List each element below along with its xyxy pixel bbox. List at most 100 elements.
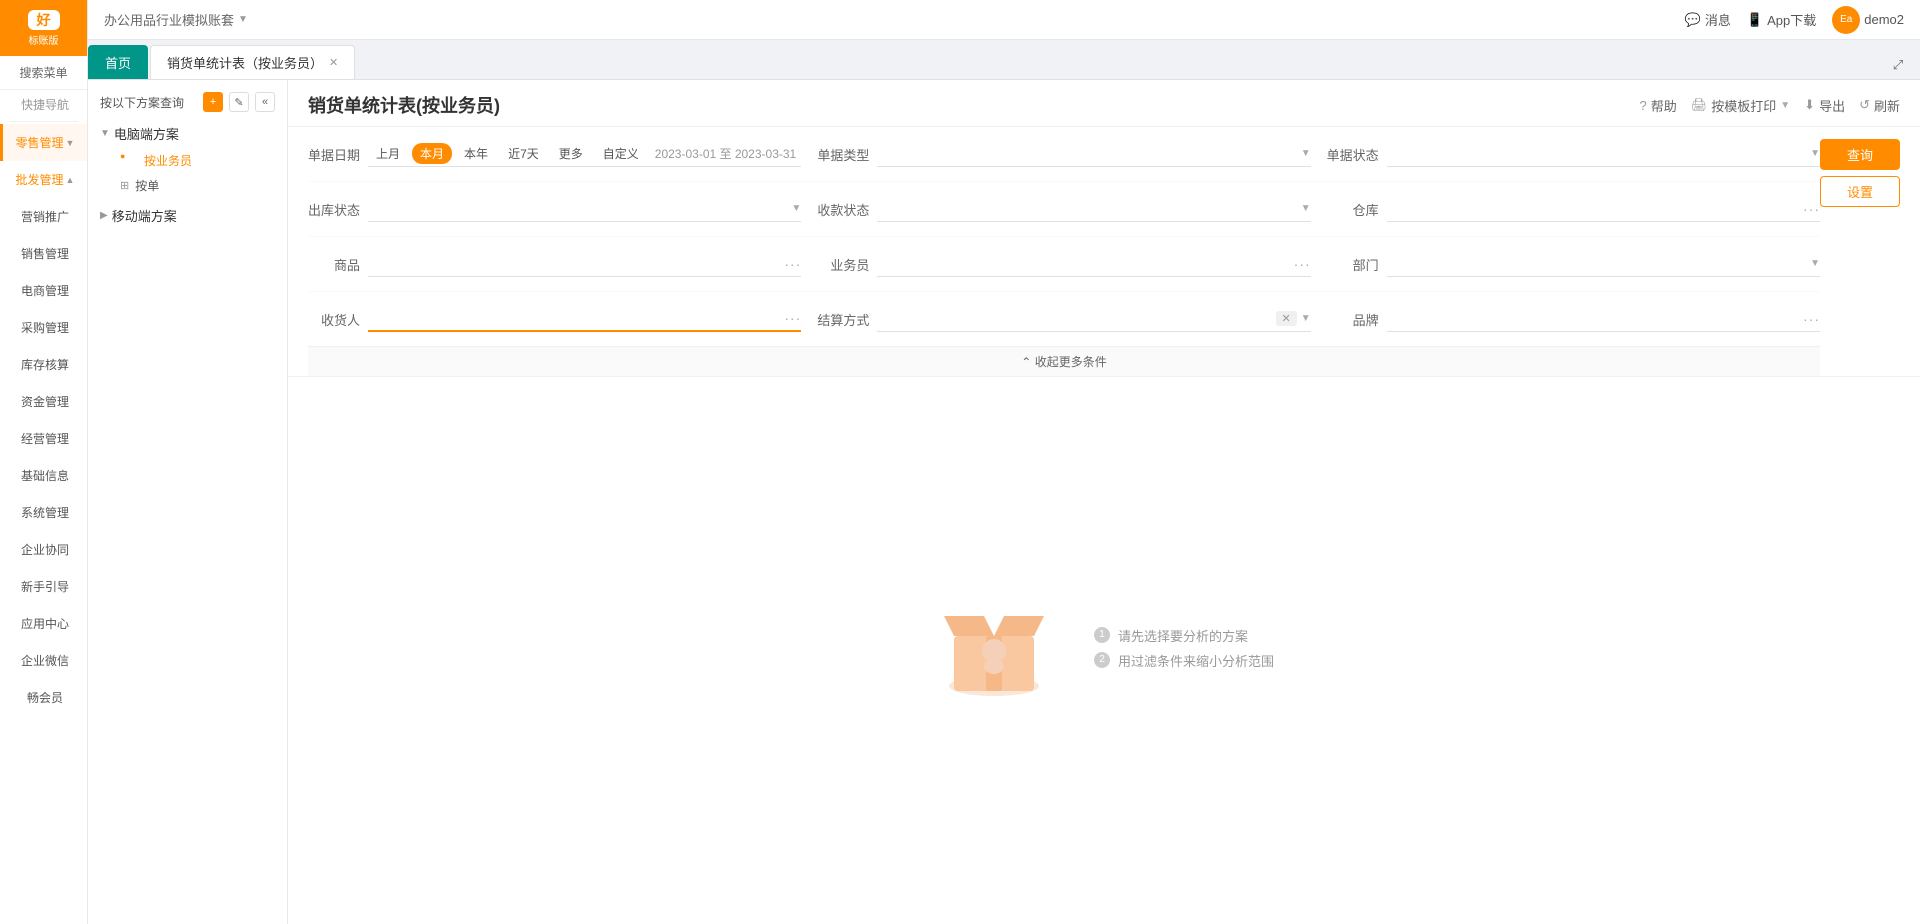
sidebar-item-newbie[interactable]: 新手引导	[0, 568, 87, 605]
collapse-bar[interactable]: ⌃ 收起更多条件	[308, 346, 1820, 376]
consignee-dots[interactable]: ···	[784, 310, 801, 326]
sidebar-item-ecom[interactable]: 电商管理	[0, 272, 87, 309]
tab-expand-button[interactable]: ⤢	[1884, 51, 1912, 79]
tree-item-by-staff[interactable]: ● 按业务员	[88, 147, 287, 173]
sidebar-item-marketing[interactable]: 营销推广	[0, 198, 87, 235]
settlement-field[interactable]: ✕ ▼	[877, 306, 1310, 332]
date-btn-this-year[interactable]: 本年	[456, 143, 496, 164]
tree-desktop-schemes[interactable]: ▼ 电脑端方案	[88, 120, 287, 147]
brand-field[interactable]: ···	[1387, 306, 1820, 332]
filter-cell-brand: 品牌 ···	[1327, 300, 1820, 338]
bill-status-field[interactable]: ▼	[1387, 141, 1820, 167]
help-icon: ?	[1639, 98, 1646, 113]
brand-label: 品牌	[1327, 310, 1379, 329]
payment-status-field[interactable]: ▼	[877, 196, 1310, 222]
sidebar-item-retail[interactable]: 零售管理 ▼	[0, 124, 87, 161]
empty-illustration	[934, 596, 1054, 706]
query-button[interactable]: 查询	[1820, 139, 1900, 170]
filter-cell-staff: 业务员 ···	[817, 245, 1310, 283]
staff-dots[interactable]: ···	[1294, 256, 1311, 272]
expand-icon: ⤢	[1893, 57, 1903, 73]
warehouse-field[interactable]: ···	[1387, 196, 1820, 222]
selected-indicator: ●	[120, 151, 138, 169]
consignee-input[interactable]	[368, 309, 784, 328]
sidebar-item-operations[interactable]: 经营管理	[0, 420, 87, 457]
refresh-button[interactable]: ↺ 刷新	[1859, 96, 1900, 115]
sidebar-item-system[interactable]: 系统管理	[0, 494, 87, 531]
hint-num-2: 2	[1094, 652, 1110, 668]
tab-close-icon[interactable]: ✕	[329, 56, 338, 69]
chevron-right-icon: ▶	[100, 210, 108, 221]
help-button[interactable]: ? 帮助	[1639, 96, 1676, 115]
sidebar-search-label[interactable]: 搜索菜单	[0, 56, 87, 90]
date-field[interactable]: 上月 本月 本年 近7天 更多 自定义 2023-03-01 至 2023-03…	[368, 141, 801, 167]
staff-field[interactable]: ···	[877, 251, 1310, 277]
filter-cell-bill-type: 单据类型 ▼	[817, 135, 1310, 173]
dept-field[interactable]: ▼	[1387, 251, 1820, 277]
bill-type-field[interactable]: ▼	[877, 141, 1310, 167]
warehouse-dots[interactable]: ···	[1803, 201, 1820, 217]
brand-dots[interactable]: ···	[1803, 311, 1820, 327]
settings-button[interactable]: 设置	[1820, 176, 1900, 207]
date-btn-last-month[interactable]: 上月	[368, 143, 408, 164]
sidebar-item-finance[interactable]: 资金管理	[0, 383, 87, 420]
date-btn-this-month[interactable]: 本月	[412, 143, 452, 164]
chevron-icon: ▼	[66, 138, 75, 148]
bill-type-label: 单据类型	[817, 145, 869, 164]
add-scheme-button[interactable]: +	[203, 92, 223, 112]
sidebar-divider	[9, 121, 79, 122]
out-status-dropdown-icon: ▼	[791, 203, 801, 214]
topbar: 办公用品行业模拟账套 ▼ 💬 消息 📱 App下载 Ea demo2	[88, 0, 1920, 40]
sidebar-item-sales[interactable]: 销售管理	[0, 235, 87, 272]
export-icon: ⬇	[1804, 97, 1815, 113]
sidebar-item-app-center[interactable]: 应用中心	[0, 605, 87, 642]
sidebar-item-basics[interactable]: 基础信息	[0, 457, 87, 494]
sidebar-item-quick-nav[interactable]: 快捷导航	[0, 90, 87, 119]
tab-home[interactable]: 首页	[88, 45, 148, 79]
sidebar-logo: 好 标账版	[0, 0, 87, 56]
date-btn-more[interactable]: 更多	[551, 143, 591, 164]
empty-hints: 1 请先选择要分析的方案 2 用过滤条件来缩小分析范围	[1094, 626, 1274, 676]
filter-cell-settlement: 结算方式 ✕ ▼	[817, 300, 1310, 338]
settlement-tag: ✕	[1276, 311, 1297, 326]
sidebar-item-wholesale[interactable]: 批发管理 ▲	[0, 161, 87, 198]
date-label: 单据日期	[308, 145, 360, 164]
user-avatar[interactable]: Ea demo2	[1832, 6, 1904, 34]
sidebar-item-enterprise[interactable]: 企业协同	[0, 531, 87, 568]
print-dropdown-icon[interactable]: ▼	[1780, 100, 1790, 111]
date-btn-custom[interactable]: 自定义	[595, 143, 647, 164]
collapse-panel-button[interactable]: «	[255, 92, 275, 112]
sidebar-item-member[interactable]: 畅会员	[0, 679, 87, 716]
hint-num-1: 1	[1094, 627, 1110, 643]
bill-status-dropdown-icon: ▼	[1810, 148, 1820, 159]
tree-item-by-order[interactable]: ⊞ 按单	[88, 173, 287, 198]
out-status-field[interactable]: ▼	[368, 196, 801, 222]
tab-sales-stat[interactable]: 销货单统计表（按业务员） ✕	[150, 45, 355, 79]
dept-label: 部门	[1327, 255, 1379, 274]
print-icon: 🖨	[1691, 97, 1708, 113]
date-btn-7days[interactable]: 近7天	[500, 143, 547, 164]
edit-scheme-button[interactable]: ✎	[229, 92, 249, 112]
order-icon: ⊞	[120, 179, 129, 192]
topbar-dropdown-icon[interactable]: ▼	[238, 14, 248, 25]
sidebar-item-corp-wechat[interactable]: 企业微信	[0, 642, 87, 679]
message-button[interactable]: 💬 消息	[1685, 10, 1731, 29]
goods-field[interactable]: ···	[368, 251, 801, 277]
empty-state: 1 请先选择要分析的方案 2 用过滤条件来缩小分析范围	[288, 377, 1920, 924]
settlement-tag-remove[interactable]: ✕	[1282, 312, 1291, 325]
goods-dots[interactable]: ···	[784, 256, 801, 272]
download-icon: 📱	[1747, 12, 1763, 28]
print-button[interactable]: 🖨 按模板打印 ▼	[1691, 96, 1790, 115]
sidebar-item-inventory[interactable]: 库存核算	[0, 346, 87, 383]
consignee-field[interactable]: ···	[368, 306, 801, 332]
logo-text: 标账版	[29, 32, 59, 47]
app-download-button[interactable]: 📱 App下载	[1747, 10, 1816, 29]
export-button[interactable]: ⬇ 导出	[1804, 96, 1845, 115]
filter-cell-warehouse: 仓库 ···	[1327, 190, 1820, 228]
sidebar-item-purchase[interactable]: 采购管理	[0, 309, 87, 346]
bill-status-label: 单据状态	[1327, 145, 1379, 164]
settlement-label: 结算方式	[817, 310, 869, 329]
left-panel: 按以下方案查询 + ✎ « ▼ 电脑端方案 ● 按业务员 ⊞ 按单 ▶	[88, 80, 288, 924]
tree-mobile-schemes[interactable]: ▶ 移动端方案	[88, 202, 287, 229]
topbar-actions: 💬 消息 📱 App下载 Ea demo2	[1685, 6, 1904, 34]
